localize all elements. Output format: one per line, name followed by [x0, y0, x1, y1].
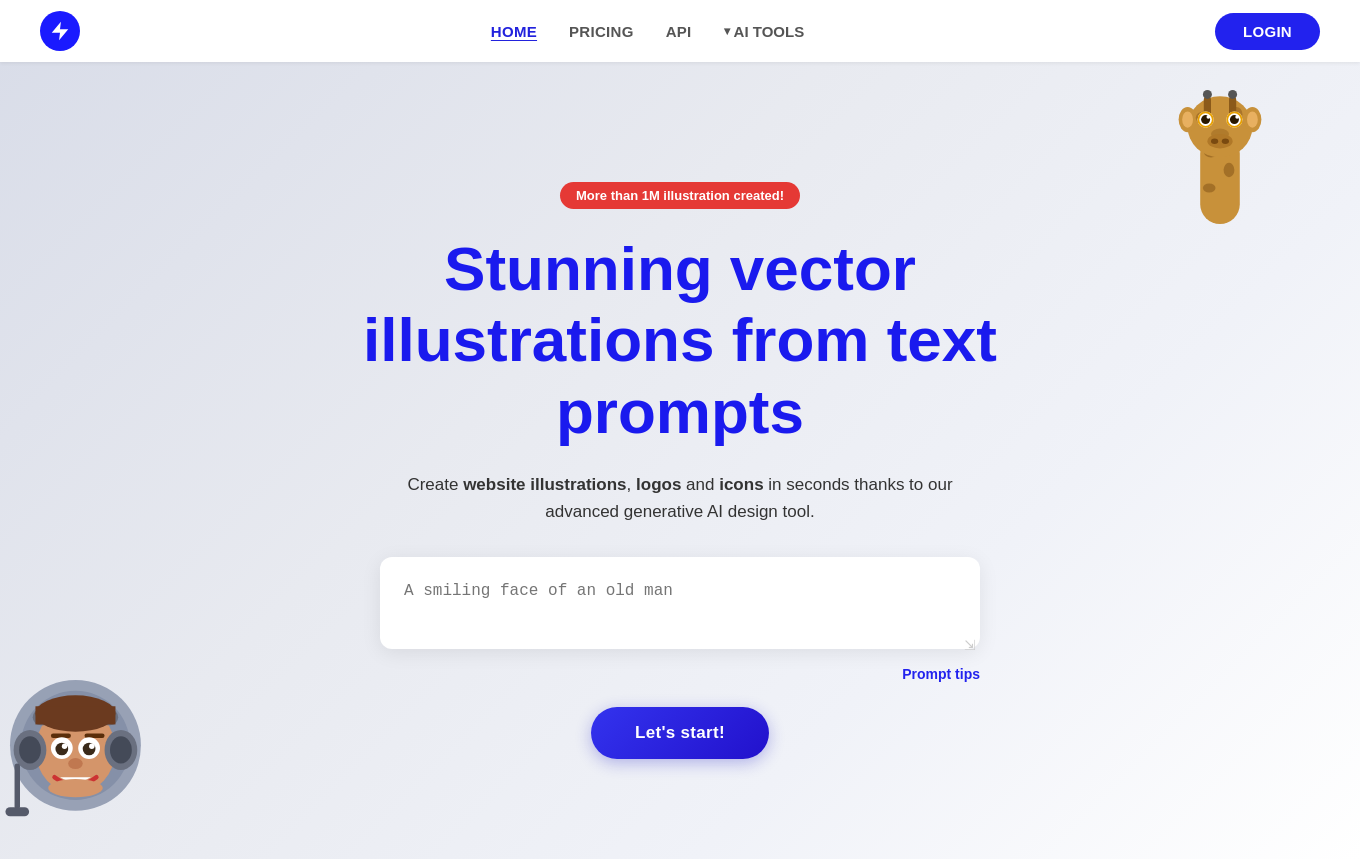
resize-handle-icon: ⇲ — [964, 637, 976, 649]
ai-tools-label: AI TOOLS — [734, 23, 805, 40]
svg-rect-36 — [15, 764, 20, 809]
nav-links: HOME PRICING API ▾ AI TOOLS — [491, 23, 804, 40]
nav-api[interactable]: API — [666, 23, 692, 40]
bold-icons: icons — [719, 475, 763, 494]
bold-logos: logos — [636, 475, 681, 494]
milestone-badge: More than 1M illustration created! — [560, 182, 800, 209]
logo-icon — [40, 11, 80, 51]
nav-ai-tools[interactable]: ▾ AI TOOLS — [724, 23, 805, 40]
svg-rect-37 — [5, 807, 29, 816]
logo[interactable] — [40, 11, 80, 51]
main-content: More than 1M illustration created! Stunn… — [0, 62, 1360, 759]
start-button[interactable]: Let's start! — [591, 707, 769, 759]
svg-point-49 — [48, 779, 103, 797]
prompt-input-wrapper: ⇲ — [380, 557, 980, 653]
main-headline: Stunning vector illustrations from text … — [330, 233, 1030, 447]
svg-marker-0 — [52, 22, 69, 40]
prompt-input[interactable] — [380, 557, 980, 649]
nav-home[interactable]: HOME — [491, 23, 537, 40]
subtitle: Create website illustrations, logos and … — [390, 471, 970, 525]
bold-website-illustrations: website illustrations — [463, 475, 626, 494]
prompt-tips-link[interactable]: Prompt tips — [902, 666, 980, 682]
prompt-tips-wrapper: Prompt tips — [380, 665, 980, 683]
nav-pricing[interactable]: PRICING — [569, 23, 634, 40]
svg-point-48 — [68, 758, 83, 769]
login-button[interactable]: LOGIN — [1215, 13, 1320, 50]
chevron-down-icon: ▾ — [724, 24, 730, 38]
navbar: HOME PRICING API ▾ AI TOOLS LOGIN — [0, 0, 1360, 62]
